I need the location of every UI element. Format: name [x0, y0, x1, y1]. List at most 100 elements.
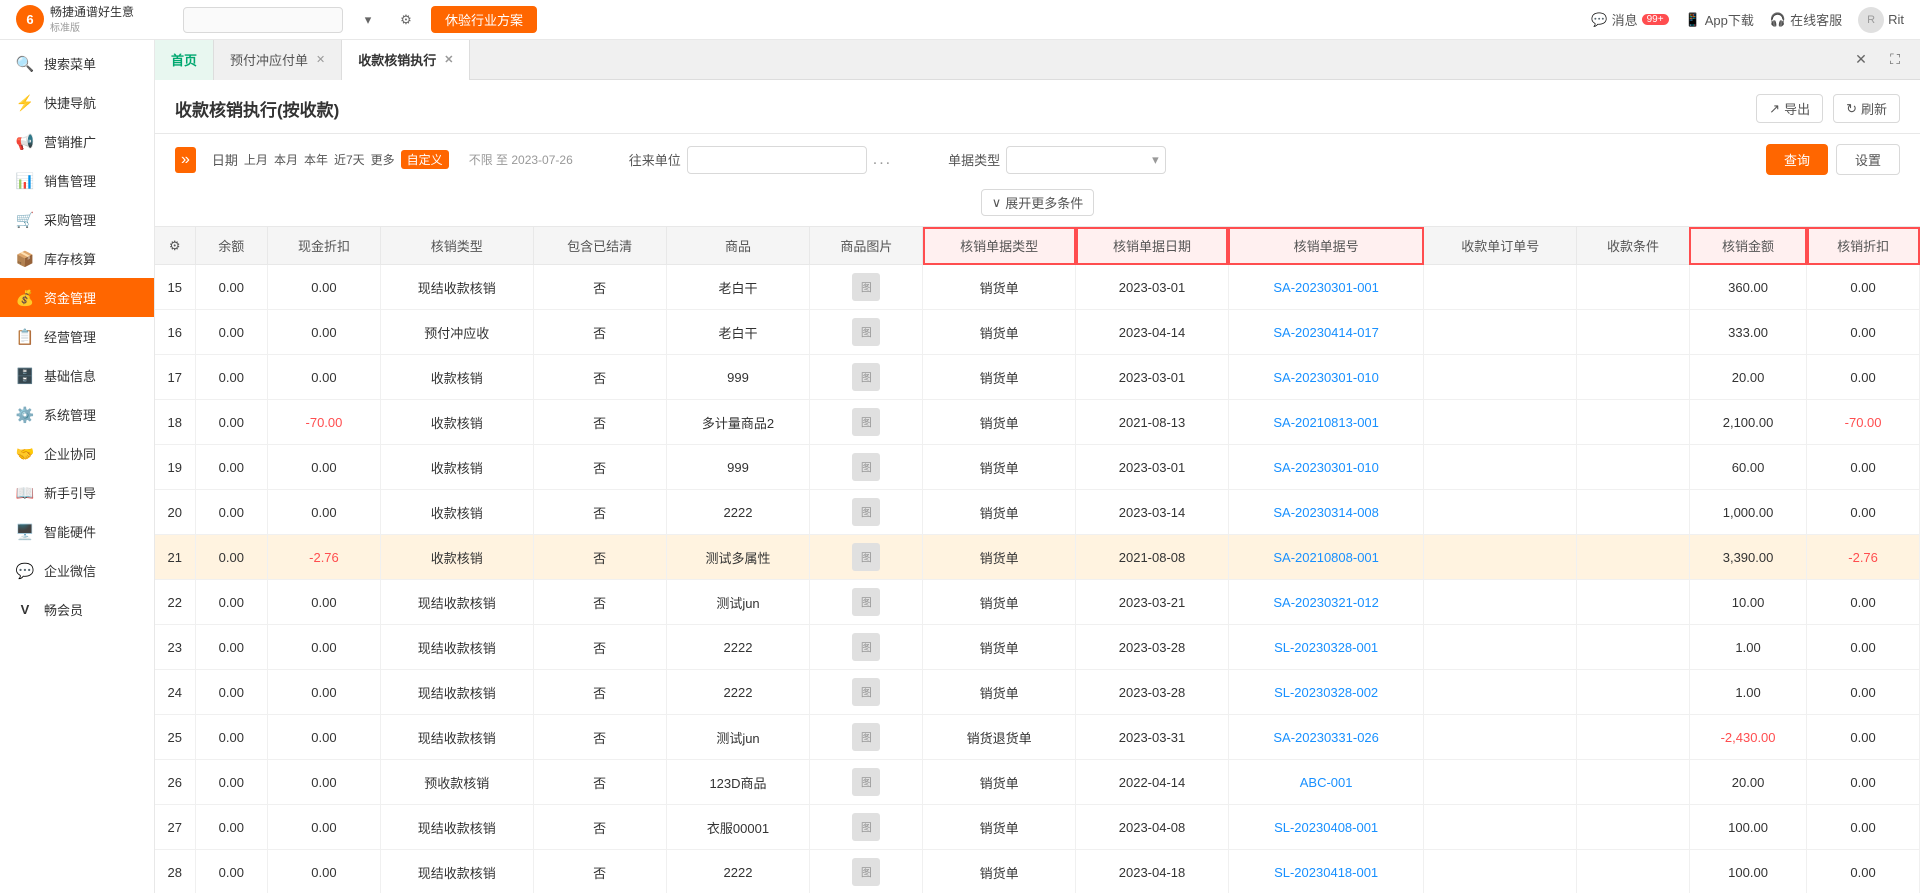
filter-date-links: 上月 本月 本年 近7天 更多 自定义	[244, 150, 449, 169]
sidebar-item-hardware[interactable]: 🖥️ 智能硬件	[0, 512, 154, 551]
cell-writeoff-bill-type: 销货单	[923, 535, 1076, 580]
tab-home[interactable]: 首页	[155, 40, 214, 80]
cell-goods-image: 图	[810, 580, 923, 625]
cell-writeoff-type: 收款核销	[380, 445, 533, 490]
data-table: ⚙ 余额 现金折扣 核销类型 包含已结清 商品 商品图片 核销单据类型 核销单据…	[155, 227, 1920, 893]
sidebar-item-purchase[interactable]: 🛒 采购管理	[0, 200, 154, 239]
cell-balance: 0.00	[195, 535, 268, 580]
cell-writeoff-bill-no[interactable]: SL-20230418-001	[1228, 850, 1423, 893]
date-this-year[interactable]: 本年	[304, 151, 328, 168]
cell-writeoff-bill-no[interactable]: SA-20210813-001	[1228, 400, 1423, 445]
message-item[interactable]: 💬 消息 99+	[1591, 10, 1668, 29]
date-7days[interactable]: 近7天	[334, 151, 365, 168]
cell-writeoff-bill-date: 2023-03-01	[1076, 265, 1229, 310]
logo-text: 畅捷通谱好生意	[50, 5, 134, 19]
cell-goods: 多计量商品2	[666, 400, 810, 445]
cell-writeoff-bill-no[interactable]: SL-20230328-001	[1228, 625, 1423, 670]
tab-prepay[interactable]: 预付冲应付单 ✕	[214, 40, 342, 80]
cell-receipt-condition	[1577, 715, 1690, 760]
cell-writeoff-amount: 3,390.00	[1689, 535, 1806, 580]
filter-partner-input[interactable]	[687, 146, 867, 174]
date-this-month[interactable]: 本月	[274, 151, 298, 168]
top-search-input[interactable]	[183, 7, 343, 33]
cell-receipt-condition	[1577, 490, 1690, 535]
th-gear[interactable]: ⚙	[155, 227, 195, 265]
cell-writeoff-amount: 1.00	[1689, 625, 1806, 670]
expand-icon[interactable]: ⛶	[1882, 47, 1908, 73]
cell-id: 23	[155, 625, 195, 670]
cell-writeoff-bill-no[interactable]: SL-20230328-002	[1228, 670, 1423, 715]
date-more[interactable]: 更多	[371, 151, 395, 168]
app-download-item[interactable]: 📱 App下载	[1685, 10, 1754, 29]
cell-writeoff-bill-no[interactable]: SA-20210808-001	[1228, 535, 1423, 580]
date-custom[interactable]: 自定义	[401, 150, 449, 169]
tab-writeoff[interactable]: 收款核销执行 ✕	[342, 40, 470, 80]
refresh-button[interactable]: ↻ 刷新	[1833, 94, 1900, 123]
date-last-month[interactable]: 上月	[244, 151, 268, 168]
cell-receipt-order-no	[1424, 580, 1577, 625]
cell-writeoff-bill-no[interactable]: SL-20230408-001	[1228, 805, 1423, 850]
cell-writeoff-bill-no[interactable]: SA-20230301-010	[1228, 355, 1423, 400]
sidebar-label: 采购管理	[44, 210, 96, 229]
sidebar-item-system[interactable]: ⚙️ 系统管理	[0, 395, 154, 434]
cell-include-settled: 否	[533, 580, 666, 625]
cell-writeoff-bill-date: 2023-03-01	[1076, 445, 1229, 490]
th-include-settled: 包含已结清	[533, 227, 666, 265]
sidebar-item-search[interactable]: 🔍 搜索菜单	[0, 44, 154, 83]
cell-writeoff-bill-no[interactable]: SA-20230301-001	[1228, 265, 1423, 310]
gear-column-icon[interactable]: ⚙	[165, 238, 185, 254]
cell-writeoff-bill-no[interactable]: SA-20230321-012	[1228, 580, 1423, 625]
gear-icon[interactable]: ⚙	[393, 7, 419, 33]
cell-cash-discount: -70.00	[268, 400, 381, 445]
member-icon: V	[16, 601, 34, 619]
tab-prepay-close[interactable]: ✕	[316, 53, 325, 66]
table-row: 240.000.00现结收款核销否2222图销货单2023-03-28SL-20…	[155, 670, 1920, 715]
dropdown-icon[interactable]: ▾	[355, 7, 381, 33]
sidebar-item-quicknav[interactable]: ⚡ 快捷导航	[0, 83, 154, 122]
settings-button[interactable]: 设置	[1836, 144, 1900, 175]
table-row: 270.000.00现结收款核销否衣服00001图销货单2023-04-08SL…	[155, 805, 1920, 850]
collapse-arrow[interactable]: »	[175, 147, 196, 173]
cell-writeoff-type: 现结收款核销	[380, 670, 533, 715]
cell-id: 19	[155, 445, 195, 490]
cell-writeoff-bill-no[interactable]: SA-20230331-026	[1228, 715, 1423, 760]
sidebar-item-member[interactable]: V 畅会员	[0, 590, 154, 629]
sidebar-label: 畅会员	[44, 600, 83, 619]
sidebar-item-basic[interactable]: 🗄️ 基础信息	[0, 356, 154, 395]
sidebar-item-inventory[interactable]: 📦 库存核算	[0, 239, 154, 278]
online-service-item[interactable]: 🎧 在线客服	[1770, 10, 1842, 29]
logo-sub: 标准版	[50, 19, 134, 34]
table-area[interactable]: ⚙ 余额 现金折扣 核销类型 包含已结清 商品 商品图片 核销单据类型 核销单据…	[155, 227, 1920, 893]
cell-writeoff-discount: 0.00	[1807, 715, 1920, 760]
table-row: 250.000.00现结收款核销否测试jun图销货退货单2023-03-31SA…	[155, 715, 1920, 760]
cell-id: 21	[155, 535, 195, 580]
expand-conditions-btn[interactable]: ∨ 展开更多条件	[981, 189, 1095, 216]
query-button[interactable]: 查询	[1766, 144, 1828, 175]
cell-balance: 0.00	[195, 400, 268, 445]
sidebar-item-marketing[interactable]: 📢 营销推广	[0, 122, 154, 161]
sidebar-item-collab[interactable]: 🤝 企业协同	[0, 434, 154, 473]
export-button[interactable]: ↗ 导出	[1756, 94, 1823, 123]
cell-receipt-condition	[1577, 850, 1690, 893]
filter-billtype-select[interactable]	[1006, 146, 1166, 174]
sidebar-item-finance[interactable]: 💰 资金管理	[0, 278, 154, 317]
industry-btn[interactable]: 休验行业方案	[431, 6, 537, 33]
filter-date-item: 日期 上月 本月 本年 近7天 更多 自定义	[212, 150, 449, 169]
cell-goods-image: 图	[810, 490, 923, 535]
message-icon: 💬	[1591, 12, 1607, 28]
cell-writeoff-bill-no[interactable]: SA-20230314-008	[1228, 490, 1423, 535]
cell-writeoff-bill-no[interactable]: ABC-001	[1228, 760, 1423, 805]
user-area[interactable]: R Rit	[1858, 7, 1904, 33]
sidebar-item-sales[interactable]: 📊 销售管理	[0, 161, 154, 200]
guide-icon: 📖	[16, 484, 34, 502]
close-icon[interactable]: ✕	[1848, 47, 1874, 73]
tab-writeoff-close[interactable]: ✕	[444, 53, 453, 66]
cell-goods-image: 图	[810, 355, 923, 400]
cell-receipt-order-no	[1424, 400, 1577, 445]
sidebar-label: 销售管理	[44, 171, 96, 190]
sidebar-item-wechat[interactable]: 💬 企业微信	[0, 551, 154, 590]
sidebar-item-operations[interactable]: 📋 经营管理	[0, 317, 154, 356]
cell-writeoff-bill-no[interactable]: SA-20230301-010	[1228, 445, 1423, 490]
cell-writeoff-bill-no[interactable]: SA-20230414-017	[1228, 310, 1423, 355]
sidebar-item-guide[interactable]: 📖 新手引导	[0, 473, 154, 512]
